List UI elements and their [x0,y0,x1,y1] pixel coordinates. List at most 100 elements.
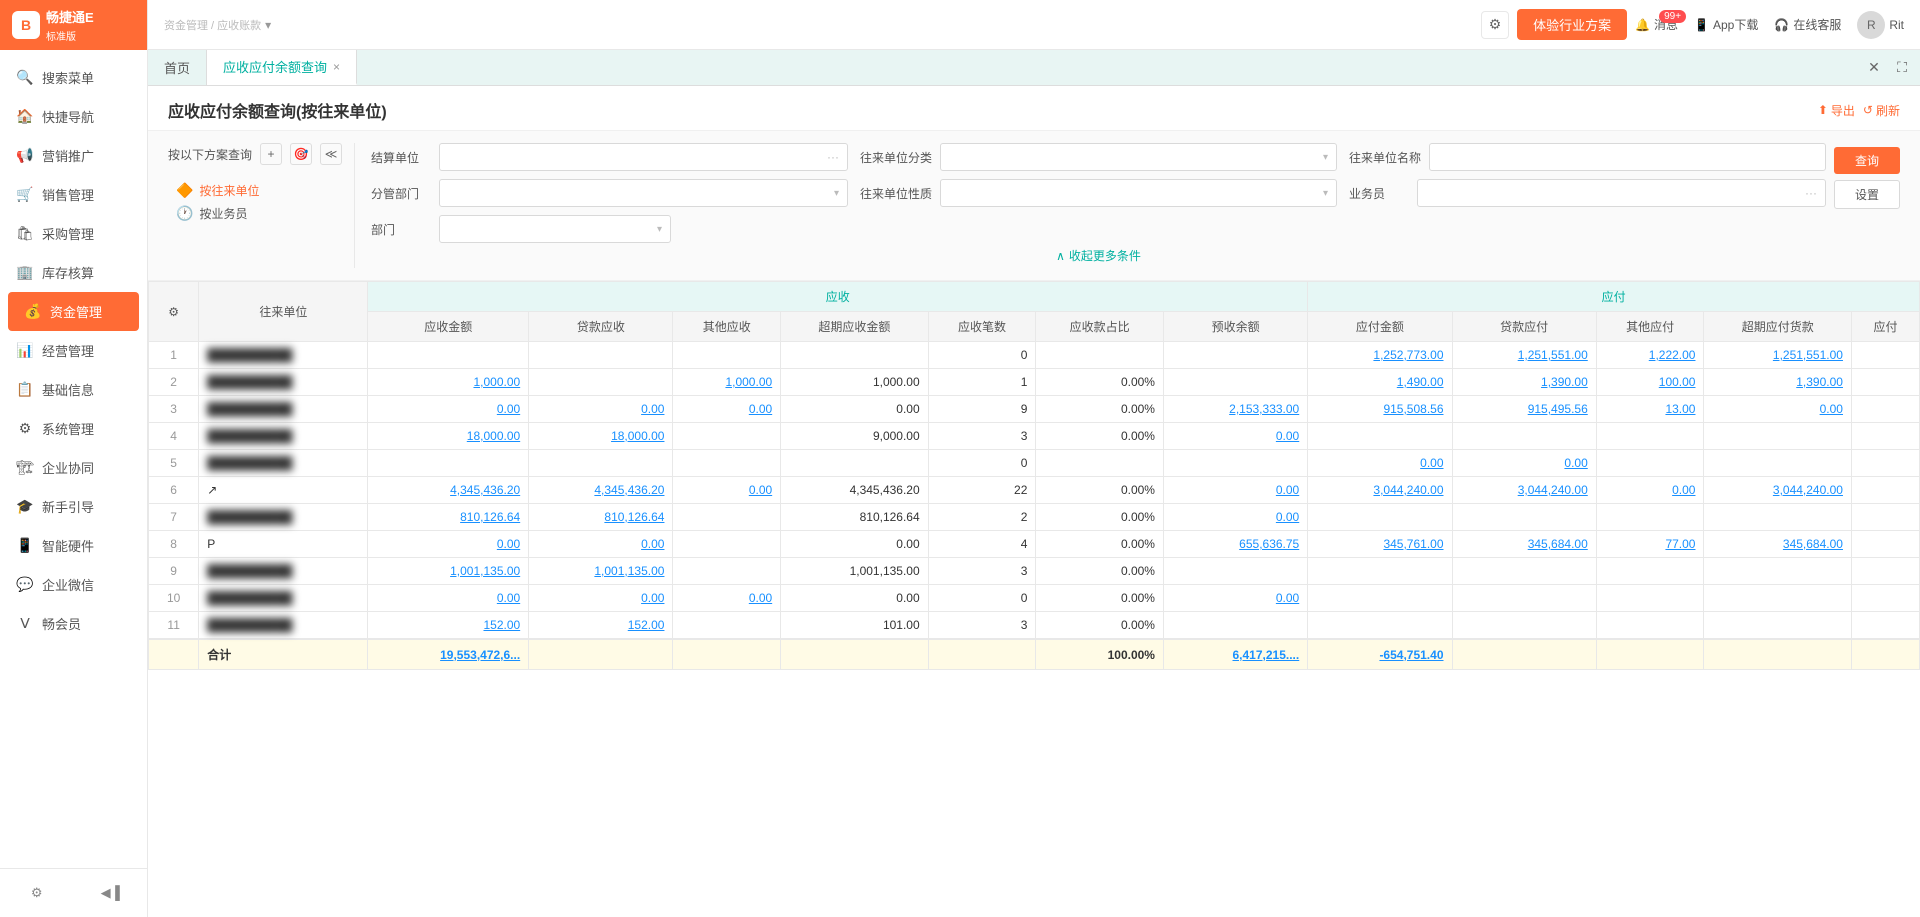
total-ar-amount[interactable]: 19,553,472,6... [368,639,529,670]
row-other-ar[interactable] [673,558,781,585]
sidebar-item-smart[interactable]: 📱 智能硬件 [0,526,147,565]
gear-button[interactable]: ⚙ [1481,11,1509,39]
row-overdue-ap[interactable] [1704,504,1851,531]
row-other-ap[interactable]: 100.00 [1596,369,1704,396]
row-loan-ap[interactable] [1452,558,1596,585]
row-ap-amount[interactable] [1308,585,1452,612]
sidebar-item-quicknav[interactable]: 🏠 快捷导航 [0,97,147,136]
message-action[interactable]: 🔔 消息 99+ [1635,16,1678,33]
row-other-ar[interactable] [673,342,781,369]
sidebar-item-inventory[interactable]: 🏢 库存核算 [0,253,147,292]
sidebar-item-search[interactable]: 🔍 搜索菜单 [0,58,147,97]
row-other-ap[interactable] [1596,612,1704,640]
row-prepay[interactable] [1163,369,1307,396]
sidebar-item-member[interactable]: Ⅴ 畅会员 [0,604,147,643]
row-loan-ar[interactable]: 0.00 [529,585,673,612]
table-container[interactable]: ⚙ 往来单位 应收 应付 应收金额 贷款应收 其他应收 超期应收金额 应收笔数 … [148,281,1920,917]
salesperson-input[interactable]: ··· [1417,179,1826,207]
filter-target-btn[interactable]: 🎯 [290,143,312,165]
row-prepay[interactable] [1163,342,1307,369]
tab-arquery[interactable]: 应收应付余额查询 × [207,50,357,85]
user-action[interactable]: R Rit [1857,11,1904,39]
row-other-ap[interactable] [1596,558,1704,585]
row-other-ap[interactable]: 0.00 [1596,477,1704,504]
filter-view-by-staff[interactable]: 🕐 按业务员 [176,202,342,225]
sidebar-item-operation[interactable]: 📊 经营管理 [0,331,147,370]
dept-input[interactable]: ▾ [439,215,671,243]
row-other-ap[interactable] [1596,450,1704,477]
sidebar-item-newbie[interactable]: 🎓 新手引导 [0,487,147,526]
appdownload-action[interactable]: 📱 App下载 [1694,16,1758,33]
row-other-ap[interactable] [1596,585,1704,612]
sidebar-item-system[interactable]: ⚙ 系统管理 [0,409,147,448]
row-overdue-ap[interactable] [1704,585,1851,612]
row-ar-amount[interactable]: 1,001,135.00 [368,558,529,585]
sidebar-item-purchase[interactable]: 🛍 采购管理 [0,214,147,253]
partner-nature-input[interactable]: ▾ [940,179,1337,207]
row-other-ar[interactable]: 1,000.00 [673,369,781,396]
row-ar-amount[interactable]: 0.00 [368,585,529,612]
sidebar-item-enterprise[interactable]: 🏗 企业协同 [0,448,147,487]
row-loan-ap[interactable]: 0.00 [1452,450,1596,477]
row-overdue-ap[interactable]: 1,390.00 [1704,369,1851,396]
row-ap-amount[interactable]: 3,044,240.00 [1308,477,1452,504]
row-loan-ar[interactable]: 18,000.00 [529,423,673,450]
row-overdue-ap[interactable]: 1,251,551.00 [1704,342,1851,369]
row-ap-amount[interactable]: 345,761.00 [1308,531,1452,558]
row-ap-amount[interactable]: 915,508.56 [1308,396,1452,423]
row-ar-amount[interactable]: 18,000.00 [368,423,529,450]
row-prepay[interactable]: 0.00 [1163,477,1307,504]
row-overdue-ap[interactable] [1704,612,1851,640]
total-ap-amount[interactable]: -654,751.40 [1308,639,1452,670]
settlement-input[interactable]: ··· [439,143,848,171]
row-loan-ap[interactable] [1452,423,1596,450]
filter-add-btn[interactable]: + [260,143,282,165]
row-loan-ar[interactable]: 810,126.64 [529,504,673,531]
dept-manager-input[interactable]: ▾ [439,179,848,207]
onlineservice-action[interactable]: 🎧 在线客服 [1774,16,1841,33]
row-ar-amount[interactable]: 1,000.00 [368,369,529,396]
sidebar-collapse-btn[interactable]: ◀▐ [74,877,148,909]
sidebar-settings-btn[interactable]: ⚙ [0,877,74,909]
row-overdue-ap[interactable]: 0.00 [1704,396,1851,423]
row-ap-amount[interactable]: 1,252,773.00 [1308,342,1452,369]
row-other-ar[interactable]: 0.00 [673,477,781,504]
row-overdue-ap[interactable] [1704,558,1851,585]
row-other-ap[interactable]: 13.00 [1596,396,1704,423]
row-loan-ar[interactable]: 0.00 [529,396,673,423]
tab-home[interactable]: 首页 [148,50,207,85]
row-other-ap[interactable]: 77.00 [1596,531,1704,558]
row-loan-ar[interactable] [529,342,673,369]
row-other-ar[interactable]: 0.00 [673,585,781,612]
sidebar-item-wechat[interactable]: 💬 企业微信 [0,565,147,604]
row-overdue-ap[interactable] [1704,423,1851,450]
row-other-ar[interactable] [673,612,781,640]
row-ap-amount[interactable] [1308,504,1452,531]
row-loan-ar[interactable] [529,450,673,477]
row-loan-ap[interactable]: 3,044,240.00 [1452,477,1596,504]
row-other-ar[interactable] [673,450,781,477]
row-prepay[interactable]: 0.00 [1163,585,1307,612]
filter-view-by-partner[interactable]: 🔶 按往来单位 [176,179,342,202]
row-prepay[interactable] [1163,612,1307,640]
row-loan-ap[interactable]: 1,251,551.00 [1452,342,1596,369]
row-overdue-ap[interactable]: 345,684.00 [1704,531,1851,558]
breadcrumb-dropdown[interactable]: ▾ [265,18,271,32]
sidebar-item-basic[interactable]: 📋 基础信息 [0,370,147,409]
row-other-ap[interactable]: 1,222.00 [1596,342,1704,369]
sidebar-item-marketing[interactable]: 📢 营销推广 [0,136,147,175]
row-loan-ar[interactable]: 152.00 [529,612,673,640]
partner-name-input[interactable] [1429,143,1826,171]
row-ar-amount[interactable] [368,450,529,477]
total-prepay[interactable]: 6,417,215.... [1163,639,1307,670]
row-loan-ar[interactable] [529,369,673,396]
sidebar-item-sales[interactable]: 🛒 销售管理 [0,175,147,214]
row-other-ar[interactable] [673,504,781,531]
row-prepay[interactable] [1163,450,1307,477]
partner-category-input[interactable]: ▾ [940,143,1337,171]
set-button[interactable]: 设置 [1834,180,1900,209]
row-prepay[interactable]: 0.00 [1163,504,1307,531]
row-loan-ap[interactable]: 1,390.00 [1452,369,1596,396]
tab-window-close[interactable]: ✕ [1864,58,1884,78]
row-loan-ap[interactable] [1452,612,1596,640]
